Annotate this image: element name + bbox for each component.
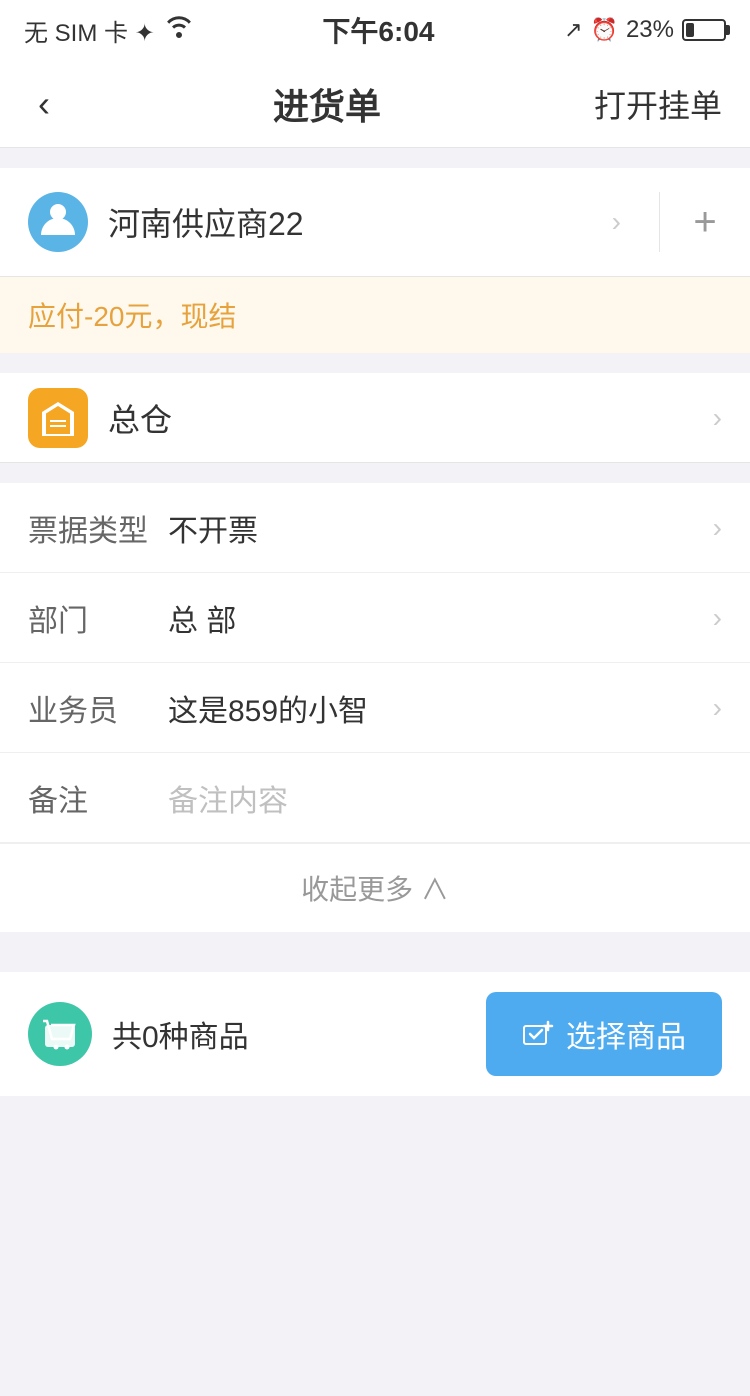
salesperson-value: 这是859的小智: [168, 686, 697, 730]
department-chevron-icon: ›: [713, 602, 722, 634]
department-row[interactable]: 部门 总 部 ›: [0, 573, 750, 663]
nav-bar: ‹ 进货单 打开挂单: [0, 60, 750, 148]
supplier-selector[interactable]: 河南供应商22 ›: [0, 168, 659, 276]
add-supplier-button[interactable]: +: [660, 177, 750, 267]
battery-icon: [682, 19, 726, 41]
supplier-section: 河南供应商22 › +: [0, 168, 750, 277]
sim-label: 无 SIM 卡 ✦: [24, 13, 155, 48]
collapse-bar[interactable]: 收起更多 ∧: [0, 843, 750, 932]
remark-row[interactable]: 备注 备注内容: [0, 753, 750, 843]
alarm-icon: ⏰: [591, 17, 618, 43]
select-product-label: 选择商品: [566, 1012, 686, 1056]
gap-2: [0, 353, 750, 373]
status-left: 无 SIM 卡 ✦: [24, 13, 193, 48]
warehouse-icon: [40, 400, 76, 436]
salesperson-chevron-icon: ›: [713, 692, 722, 724]
invoice-type-chevron-icon: ›: [713, 512, 722, 544]
department-value: 总 部: [168, 596, 697, 640]
status-time: 下午6:04: [322, 10, 434, 50]
wifi-icon: [165, 16, 193, 45]
warehouse-icon-wrap: [28, 388, 88, 448]
gap-3: [0, 463, 750, 483]
open-pending-button[interactable]: 打开挂单: [594, 81, 722, 127]
salesperson-row[interactable]: 业务员 这是859的小智 ›: [0, 663, 750, 753]
battery-percent: 23%: [626, 16, 674, 44]
remark-label: 备注: [28, 776, 168, 820]
gap-1: [0, 148, 750, 168]
gap-4: [0, 932, 750, 952]
department-label: 部门: [28, 596, 168, 640]
bottom-section: 共0种商品 选择商品: [0, 972, 750, 1096]
product-icon-wrap: [28, 1002, 92, 1066]
notice-bar: 应付-20元，现结: [0, 277, 750, 353]
status-bar: 无 SIM 卡 ✦ 下午6:04 ↗ ⏰ 23%: [0, 0, 750, 60]
supplier-chevron-icon: ›: [612, 206, 621, 238]
supplier-name: 河南供应商22: [108, 199, 612, 245]
product-count-label: 共0种商品: [112, 1012, 486, 1056]
person-icon: [39, 199, 77, 246]
warehouse-chevron-icon: ›: [713, 402, 722, 434]
warehouse-name: 总仓: [108, 395, 697, 441]
collapse-label: 收起更多 ∧: [301, 868, 449, 908]
select-product-button[interactable]: 选择商品: [486, 992, 722, 1076]
page-background: [0, 1096, 750, 1396]
invoice-type-label: 票据类型: [28, 506, 168, 550]
salesperson-label: 业务员: [28, 686, 168, 730]
form-section: 票据类型 不开票 › 部门 总 部 › 业务员 这是859的小智 › 备注 备注…: [0, 483, 750, 843]
supplier-avatar: [28, 192, 88, 252]
page-title: 进货单: [273, 78, 381, 130]
back-button[interactable]: ‹: [28, 73, 60, 135]
cart-icon: [41, 1015, 79, 1053]
invoice-type-row[interactable]: 票据类型 不开票 ›: [0, 483, 750, 573]
remark-input[interactable]: 备注内容: [168, 776, 722, 820]
warehouse-row[interactable]: 总仓 ›: [0, 373, 750, 463]
location-icon: ↗: [564, 17, 582, 43]
status-right: ↗ ⏰ 23%: [564, 16, 726, 44]
notice-text: 应付-20元，现结: [28, 301, 236, 332]
select-product-icon: [522, 1020, 554, 1048]
invoice-type-value: 不开票: [168, 506, 697, 550]
